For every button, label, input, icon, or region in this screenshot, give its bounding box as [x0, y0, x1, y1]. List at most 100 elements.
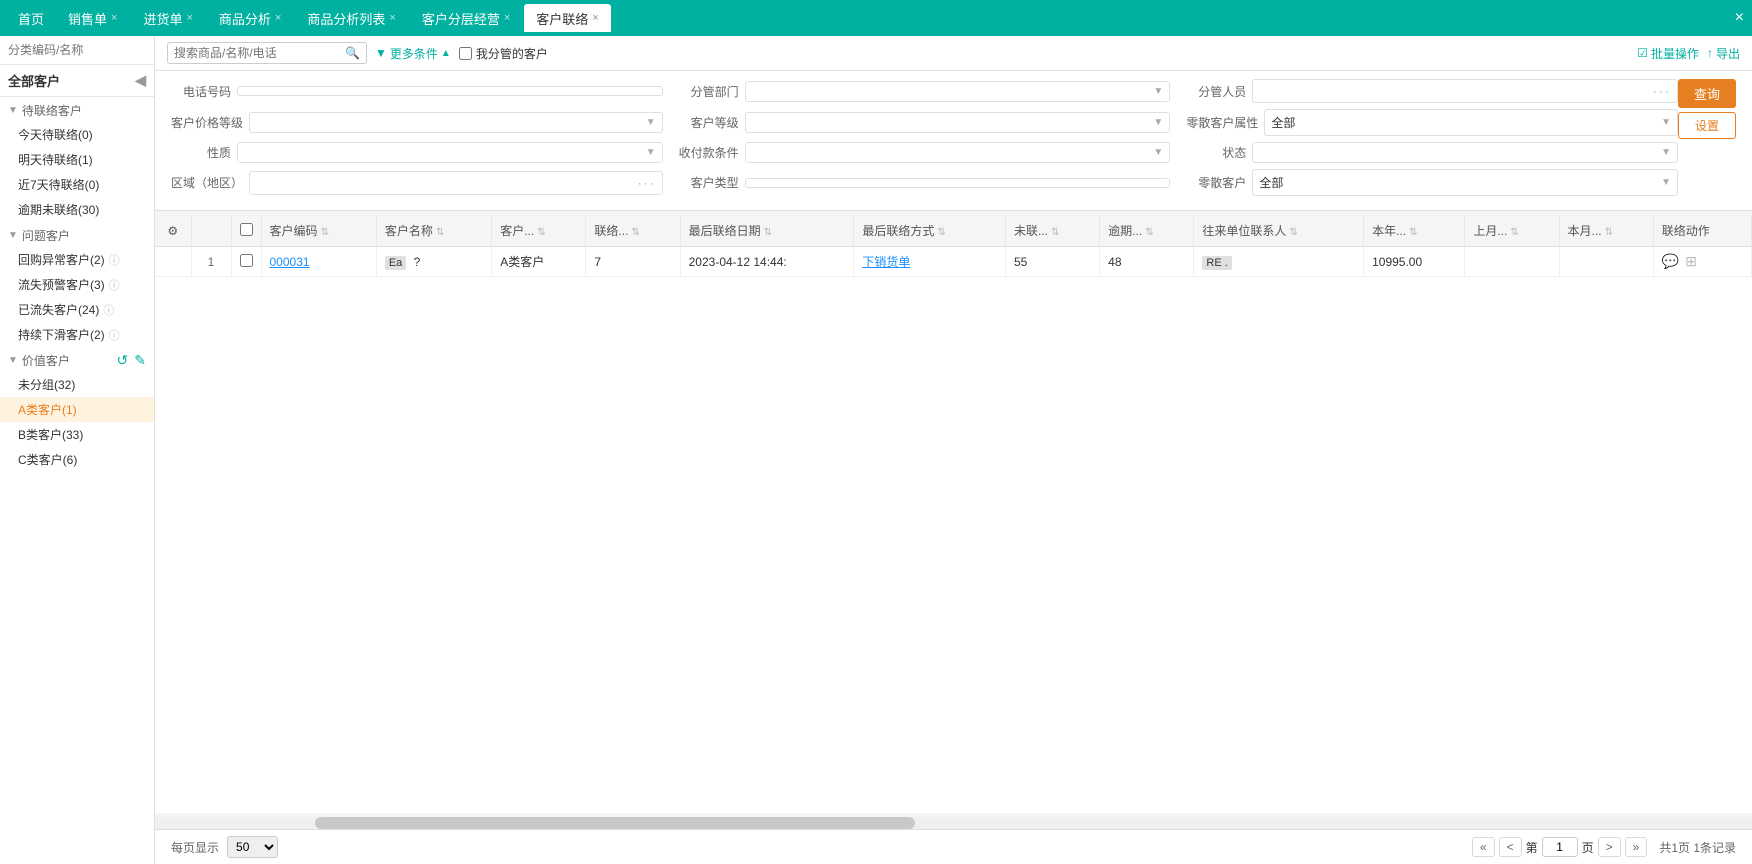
- close-tab-product-analysis-list[interactable]: ×: [389, 12, 395, 24]
- row-method-link[interactable]: 下销货单: [862, 255, 910, 269]
- col-no-contact-days[interactable]: 未联...⇅: [1005, 215, 1099, 247]
- sidebar-item-tomorrow-pending[interactable]: 明天待联络(1): [0, 147, 154, 172]
- row-qr-icon[interactable]: ⊞: [1685, 253, 1697, 270]
- next-page-btn[interactable]: >: [1598, 837, 1621, 857]
- sidebar-item-overdue-contact[interactable]: 逾期未联络(30): [0, 197, 154, 222]
- value-customers-refresh-icon[interactable]: ↺: [117, 352, 129, 369]
- sidebar-item-class-a[interactable]: A类客户(1): [0, 397, 154, 422]
- col-customer-code[interactable]: 客户编码⇅: [261, 215, 376, 247]
- last-page-btn[interactable]: »: [1625, 837, 1648, 857]
- settings-button[interactable]: 设置: [1678, 112, 1736, 139]
- col-customer-type[interactable]: 客户...⇅: [492, 215, 586, 247]
- sidebar-item-today-pending[interactable]: 今天待联络(0): [0, 122, 154, 147]
- region-input[interactable]: ···: [249, 171, 663, 195]
- col-customer-name[interactable]: 客户名称⇅: [376, 215, 491, 247]
- sidebar-item-ungrouped[interactable]: 未分组(32): [0, 372, 154, 397]
- sidebar-collapse-icon[interactable]: ◀: [135, 72, 146, 89]
- manager-label: 分管人员: [1186, 83, 1246, 100]
- more-conditions-btn[interactable]: ▼ 更多条件 ▲: [375, 45, 451, 62]
- sort-icon-date: ⇅: [764, 227, 772, 238]
- price-level-dropdown[interactable]: ▼: [249, 112, 663, 133]
- sidebar-search-input[interactable]: [8, 43, 155, 57]
- row-action: 💬 ⊞: [1653, 247, 1751, 277]
- sidebar-group-problem-customers[interactable]: ▼ 问题客户: [0, 222, 154, 247]
- payment-label: 收付款条件: [679, 144, 739, 161]
- tab-product-analysis-list[interactable]: 商品分析列表 ×: [295, 4, 407, 32]
- filter-search-input[interactable]: [174, 46, 345, 60]
- query-button[interactable]: 查询: [1678, 79, 1736, 108]
- my-customers-checkbox[interactable]: [459, 47, 472, 60]
- table-header-row: ⚙ 客户编码⇅ 客户名称⇅ 客户...⇅ 联络...⇅ 最后联络日期⇅ 最后联络…: [155, 215, 1752, 247]
- tab-product-analysis[interactable]: 商品分析 ×: [207, 4, 293, 32]
- col-last-month-amount[interactable]: 上月...⇅: [1465, 215, 1559, 247]
- sidebar-item-continuous-decline[interactable]: 持续下滑客户(2) ⓘ: [0, 322, 154, 347]
- nav-home[interactable]: 首页: [8, 5, 54, 32]
- class-c-label: C类客户(6): [18, 451, 77, 468]
- col-overdue-days[interactable]: 逾期...⇅: [1100, 215, 1194, 247]
- tab-purchase-order[interactable]: 进货单 ×: [131, 4, 204, 32]
- sidebar-item-class-b[interactable]: B类客户(33): [0, 422, 154, 447]
- col-contact-person[interactable]: 往来单位联系人⇅: [1194, 215, 1364, 247]
- sidebar-group-value-customers[interactable]: ▼ 价值客户 ↺ ✎: [0, 347, 154, 372]
- close-tab-customer-segmentation[interactable]: ×: [504, 12, 510, 24]
- col-this-month-amount[interactable]: 本月...⇅: [1559, 215, 1653, 247]
- churned-info-icon: ⓘ: [103, 302, 114, 318]
- batch-op-btn[interactable]: ☑ 批量操作: [1637, 45, 1699, 62]
- sidebar-item-7days-pending[interactable]: 近7天待联络(0): [0, 172, 154, 197]
- sort-icon-overdue: ⇅: [1145, 227, 1153, 238]
- sort-icon-name: ⇅: [436, 227, 444, 238]
- close-all-tabs[interactable]: ×: [1735, 9, 1744, 27]
- row-last-contact-method: 下销货单: [854, 247, 1006, 277]
- sidebar-item-repurchase-abnormal[interactable]: 回购异常客户(2) ⓘ: [0, 247, 154, 272]
- customer-type-input[interactable]: [745, 178, 1171, 188]
- col-last-contact-method[interactable]: 最后联络方式⇅: [854, 215, 1006, 247]
- status-dropdown[interactable]: ▼: [1252, 142, 1678, 163]
- first-page-btn[interactable]: «: [1472, 837, 1495, 857]
- manager-dropdown[interactable]: ···: [1252, 79, 1678, 103]
- row-name-value: ?: [414, 255, 421, 269]
- sidebar-item-churn-warning[interactable]: 流失预警客户(3) ⓘ: [0, 272, 154, 297]
- col-year-amount[interactable]: 本年...⇅: [1364, 215, 1465, 247]
- close-tab-customer-contact[interactable]: ×: [592, 12, 598, 24]
- per-page-select[interactable]: 50 100 200: [227, 836, 278, 858]
- filter-bar: 🔍 ▼ 更多条件 ▲ 我分管的客户 ☑ 批量操作 ↑ 导出: [155, 36, 1752, 71]
- col-gear[interactable]: ⚙: [155, 215, 191, 247]
- sidebar-item-churned[interactable]: 已流失客户(24) ⓘ: [0, 297, 154, 322]
- pagination: « < 第 页 > » 共1页 1条记录: [1472, 837, 1736, 857]
- row-checkbox[interactable]: [240, 254, 253, 267]
- advanced-filter: 电话号码 分管部门 ▼ 分管人员: [155, 71, 1752, 211]
- retail-customer-dropdown[interactable]: 全部 ▼: [1252, 169, 1678, 196]
- filter-funnel-icon: ▼: [375, 46, 387, 60]
- value-customers-edit-icon[interactable]: ✎: [134, 352, 146, 369]
- sort-icon-this-month: ⇅: [1605, 227, 1613, 238]
- export-btn[interactable]: ↑ 导出: [1707, 45, 1740, 62]
- pending-contact-arrow: ▼: [8, 105, 18, 116]
- close-tab-sales-order[interactable]: ×: [111, 12, 117, 24]
- tab-sales-order[interactable]: 销售单 ×: [56, 4, 129, 32]
- page-number-input[interactable]: [1542, 837, 1578, 857]
- phone-input[interactable]: [237, 86, 663, 96]
- tab-customer-segmentation[interactable]: 客户分层经营 ×: [410, 4, 522, 32]
- col-contact-count[interactable]: 联络...⇅: [586, 215, 680, 247]
- customer-level-dropdown[interactable]: ▼: [745, 112, 1171, 133]
- close-tab-purchase-order[interactable]: ×: [186, 12, 192, 24]
- col-last-contact-date[interactable]: 最后联络日期⇅: [680, 215, 854, 247]
- retail-attr-dropdown[interactable]: 全部 ▼: [1264, 109, 1678, 136]
- tab-customer-contact[interactable]: 客户联络 ×: [524, 4, 610, 32]
- sidebar-item-class-c[interactable]: C类客户(6): [0, 447, 154, 472]
- dept-dropdown[interactable]: ▼: [745, 81, 1171, 102]
- prev-page-btn[interactable]: <: [1499, 837, 1522, 857]
- scroll-thumb[interactable]: [315, 817, 915, 829]
- payment-dropdown[interactable]: ▼: [745, 142, 1171, 163]
- sidebar-group-pending-contact[interactable]: ▼ 待联络客户: [0, 97, 154, 122]
- row-code-link[interactable]: 000031: [270, 255, 310, 269]
- select-all-checkbox[interactable]: [240, 223, 253, 236]
- nature-dropdown[interactable]: ▼: [237, 142, 663, 163]
- row-message-icon[interactable]: 💬: [1662, 253, 1679, 270]
- export-icon: ↑: [1707, 46, 1713, 60]
- close-tab-product-analysis[interactable]: ×: [275, 12, 281, 24]
- filter-search-icon[interactable]: 🔍: [345, 46, 360, 60]
- row-customer-code[interactable]: 000031: [261, 247, 376, 277]
- sort-icon-code: ⇅: [321, 227, 329, 238]
- table-scroll-bar[interactable]: [155, 817, 1752, 829]
